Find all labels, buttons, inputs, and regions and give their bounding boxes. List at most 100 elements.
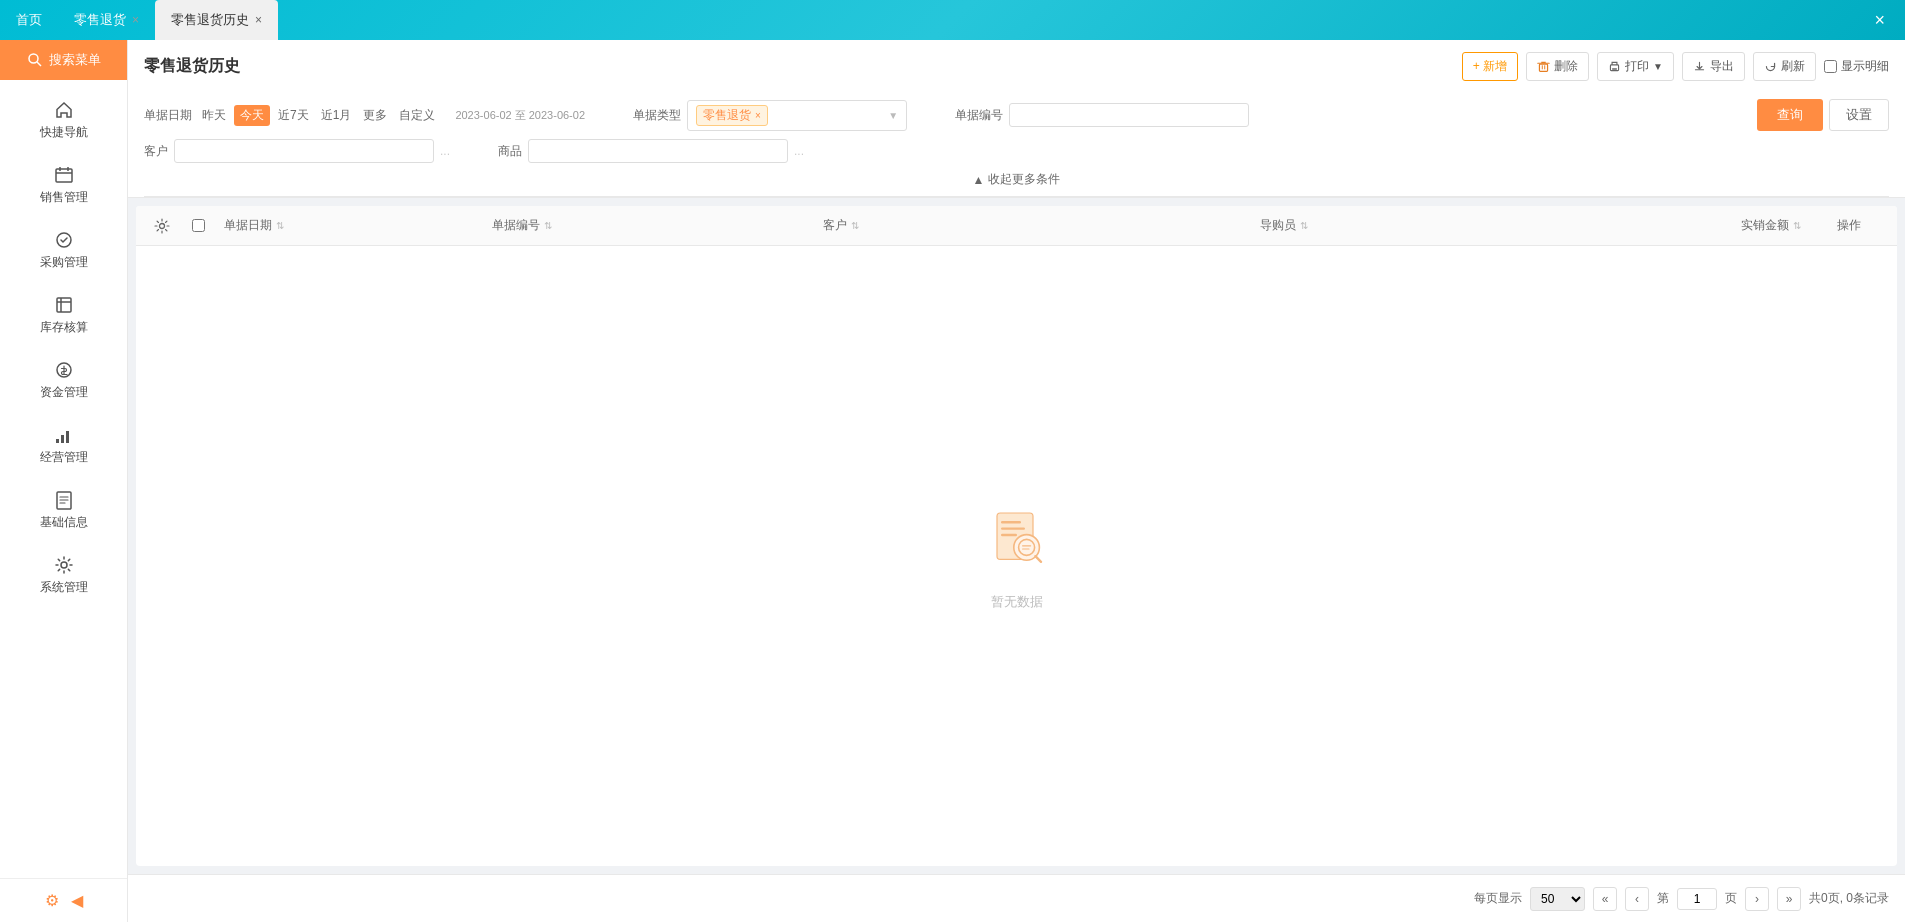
- new-button[interactable]: + 新增: [1462, 52, 1518, 81]
- sidebar-item-basic-info[interactable]: 基础信息: [0, 478, 127, 543]
- show-detail-toggle[interactable]: 显示明细: [1824, 58, 1889, 75]
- date-btn-1month[interactable]: 近1月: [317, 105, 356, 126]
- collapse-label: 收起更多条件: [988, 171, 1060, 188]
- bill-type-select[interactable]: 零售退货 × ▼: [687, 100, 907, 131]
- sidebar-item-purchase[interactable]: 采购管理: [0, 218, 127, 283]
- th-date: 单据日期 ⇅: [216, 217, 484, 234]
- export-button-label: 导出: [1710, 58, 1734, 75]
- sidebar-item-basic-info-label: 基础信息: [40, 514, 88, 531]
- current-page-input[interactable]: 1: [1677, 888, 1717, 910]
- svg-rect-7: [61, 435, 64, 443]
- inventory-icon: [54, 295, 74, 315]
- th-guide-label: 导购员: [1260, 217, 1296, 234]
- date-btn-custom[interactable]: 自定义: [395, 105, 439, 126]
- th-amount-sort-icon[interactable]: ⇅: [1793, 220, 1801, 231]
- prev-page-button[interactable]: ‹: [1625, 887, 1649, 911]
- refresh-button-label: 刷新: [1781, 58, 1805, 75]
- refresh-button[interactable]: 刷新: [1753, 52, 1816, 81]
- collapse-sidebar-icon[interactable]: ◀: [71, 891, 83, 910]
- customer-dots-icon[interactable]: ...: [440, 144, 450, 158]
- tab-home[interactable]: 首页: [0, 0, 58, 40]
- settings-bottom-icon[interactable]: ⚙: [45, 891, 59, 910]
- date-btn-7days[interactable]: 近7天: [274, 105, 313, 126]
- tab-return[interactable]: 零售退货 ×: [58, 0, 155, 40]
- collapse-filter-button[interactable]: ▲ 收起更多条件: [144, 167, 1889, 192]
- svg-line-1: [37, 62, 41, 66]
- tab-return-close[interactable]: ×: [132, 13, 139, 27]
- goods-input[interactable]: [528, 139, 788, 163]
- svg-point-15: [160, 223, 165, 228]
- page-total: 共0页, 0条记录: [1809, 890, 1889, 907]
- th-guide: 导购员 ⇅: [1252, 217, 1583, 234]
- th-date-sort-icon[interactable]: ⇅: [276, 220, 284, 231]
- print-button[interactable]: 打印 ▼: [1597, 52, 1674, 81]
- page-size-select[interactable]: 20 50 100: [1530, 887, 1585, 911]
- sidebar-search[interactable]: 搜索菜单: [0, 40, 127, 80]
- sidebar-item-system-label: 系统管理: [40, 579, 88, 596]
- svg-rect-19: [1001, 534, 1017, 536]
- sidebar-item-quick-nav[interactable]: 快捷导航: [0, 88, 127, 153]
- window-close-button[interactable]: ×: [1866, 10, 1893, 31]
- sidebar-item-finance-label: 资金管理: [40, 384, 88, 401]
- bill-type-tag-value: 零售退货: [703, 107, 751, 124]
- svg-line-22: [1035, 556, 1041, 562]
- page-header: 零售退货历史 + 新增 删除: [128, 40, 1905, 198]
- goods-dots-icon[interactable]: ...: [794, 144, 804, 158]
- select-all-input[interactable]: [192, 219, 205, 232]
- tab-home-label: 首页: [16, 11, 42, 29]
- setting-button[interactable]: 设置: [1829, 99, 1889, 131]
- goods-filter: 商品 ...: [498, 139, 804, 163]
- th-customer-sort-icon[interactable]: ⇅: [851, 220, 859, 231]
- th-customer-label: 客户: [823, 217, 847, 234]
- print-button-label: 打印: [1625, 58, 1649, 75]
- th-bill-no-sort-icon[interactable]: ⇅: [544, 220, 552, 231]
- svg-rect-8: [66, 431, 69, 443]
- customer-filter: 客户 ...: [144, 139, 450, 163]
- date-btn-more[interactable]: 更多: [359, 105, 391, 126]
- next-page-button[interactable]: ›: [1745, 887, 1769, 911]
- table-settings-button[interactable]: [144, 218, 180, 234]
- date-range-display: 2023-06-02 至 2023-06-02: [455, 108, 585, 123]
- export-button[interactable]: 导出: [1682, 52, 1745, 81]
- query-button[interactable]: 查询: [1757, 99, 1823, 131]
- svg-rect-14: [1612, 68, 1617, 70]
- toolbar: + 新增 删除: [1462, 52, 1889, 81]
- date-btn-today[interactable]: 今天: [234, 105, 270, 126]
- delete-button[interactable]: 删除: [1526, 52, 1589, 81]
- sidebar-item-sales[interactable]: 销售管理: [0, 153, 127, 218]
- customer-input[interactable]: [174, 139, 434, 163]
- sidebar-bottom: ⚙ ◀: [0, 878, 127, 922]
- table-select-all-checkbox[interactable]: [180, 219, 216, 232]
- date-shortcuts: 昨天 今天 近7天 近1月 更多 自定义: [198, 105, 439, 126]
- svg-rect-6: [56, 439, 59, 443]
- export-icon: [1693, 60, 1706, 73]
- content-area: 零售退货历史 + 新增 删除: [128, 40, 1905, 922]
- sidebar-item-system[interactable]: 系统管理: [0, 543, 127, 608]
- last-page-button[interactable]: »: [1777, 887, 1801, 911]
- tab-return-history-label: 零售退货历史: [171, 11, 249, 29]
- tab-return-history[interactable]: 零售退货历史 ×: [155, 0, 278, 40]
- date-btn-yesterday[interactable]: 昨天: [198, 105, 230, 126]
- sidebar-search-label: 搜索菜单: [49, 51, 101, 69]
- th-amount-label: 实销金额: [1741, 217, 1789, 234]
- th-guide-sort-icon[interactable]: ⇅: [1300, 220, 1308, 231]
- bill-no-input[interactable]: [1009, 103, 1249, 127]
- sidebar-item-finance[interactable]: 资金管理: [0, 348, 127, 413]
- show-detail-checkbox[interactable]: [1824, 60, 1837, 73]
- bill-no-label: 单据编号: [955, 107, 1003, 124]
- first-page-button[interactable]: «: [1593, 887, 1617, 911]
- operations-icon: [54, 425, 74, 445]
- bill-type-tag: 零售退货 ×: [696, 105, 768, 126]
- sidebar-item-operations[interactable]: 经营管理: [0, 413, 127, 478]
- bill-type-label: 单据类型: [633, 107, 681, 124]
- delete-icon: [1537, 60, 1550, 73]
- purchase-icon: [54, 230, 74, 250]
- sidebar-item-inventory[interactable]: 库存核算: [0, 283, 127, 348]
- home-icon: [54, 100, 74, 120]
- customer-label: 客户: [144, 143, 168, 160]
- collapse-up-icon: ▲: [973, 173, 985, 187]
- sidebar-item-inventory-label: 库存核算: [40, 319, 88, 336]
- tab-return-history-close[interactable]: ×: [255, 13, 262, 27]
- bill-type-tag-close[interactable]: ×: [755, 110, 761, 121]
- th-date-label: 单据日期: [224, 217, 272, 234]
